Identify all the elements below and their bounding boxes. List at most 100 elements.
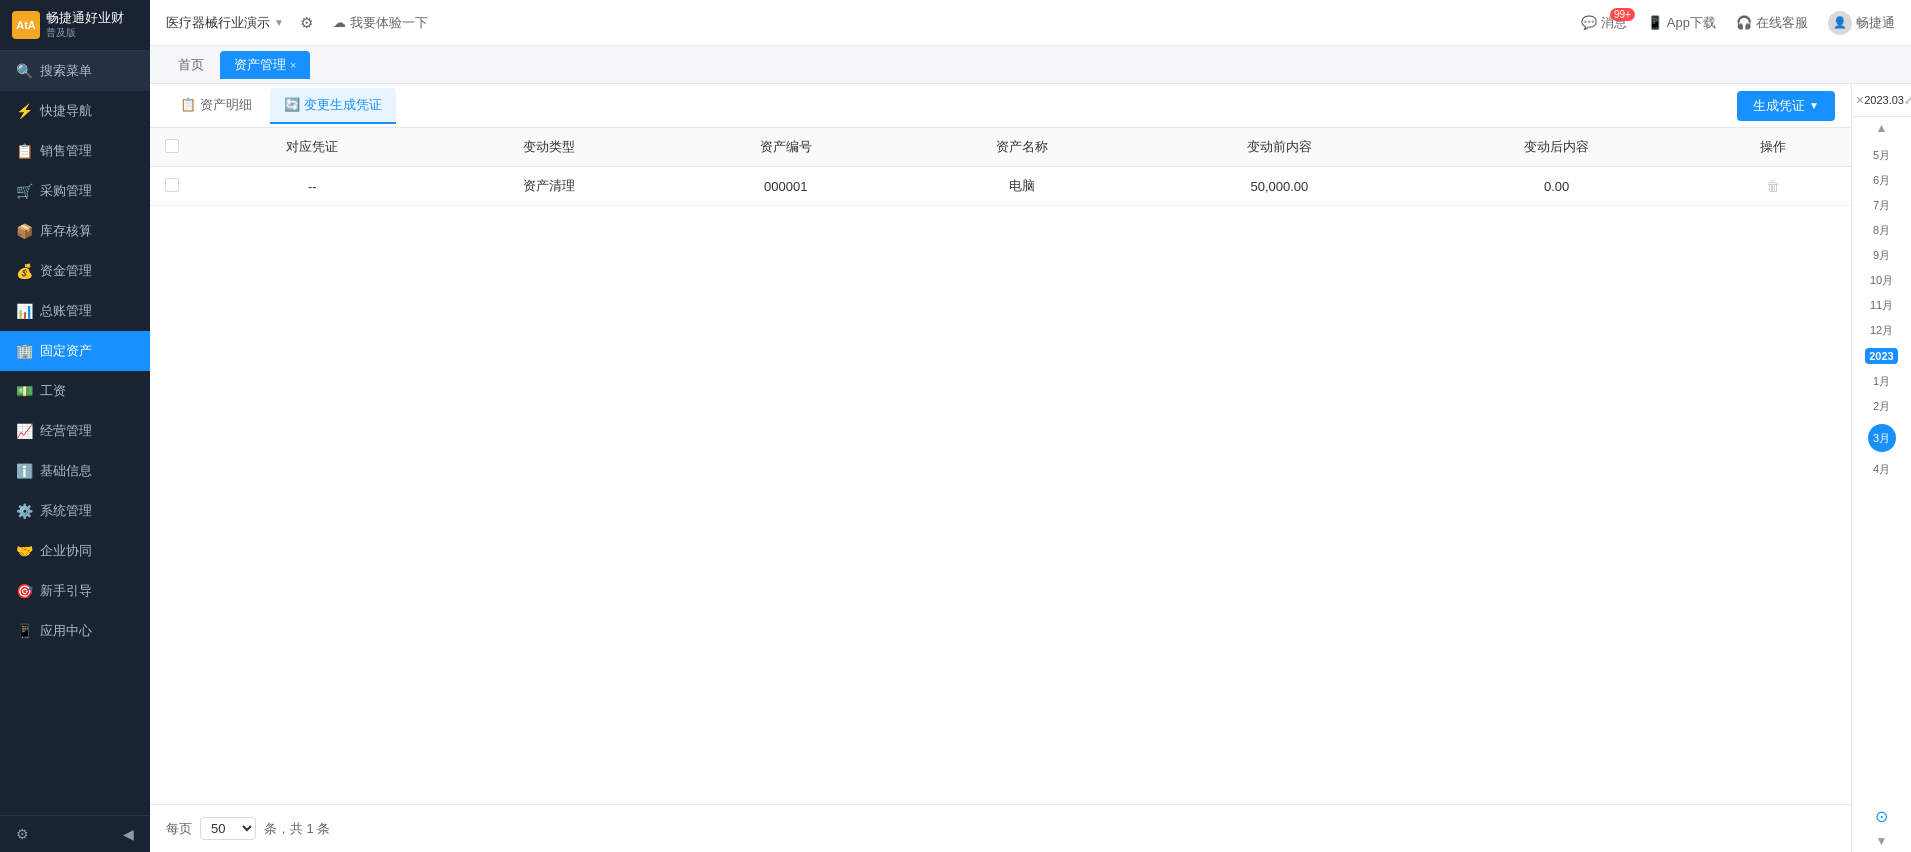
timeline-month-4[interactable]: 4月	[1852, 457, 1911, 482]
sidebar-logo: AtA 畅捷通好业财 普及版	[0, 0, 150, 51]
sidebar-item-inventory[interactable]: 📦 库存核算	[0, 211, 150, 251]
col-before-change: 变动前内容	[1141, 128, 1418, 167]
fixed-assets-icon: 🏢	[16, 343, 32, 359]
capital-icon: 💰	[16, 263, 32, 279]
row-checkbox-cell	[150, 167, 194, 206]
sidebar-item-basic-info[interactable]: ℹ️ 基础信息	[0, 451, 150, 491]
timeline-month-5[interactable]: 5月	[1852, 143, 1911, 168]
sidebar-item-label: 资金管理	[40, 262, 92, 280]
col-operation: 操作	[1695, 128, 1851, 167]
col-asset-code: 资产编号	[667, 128, 904, 167]
app-download-button[interactable]: 📱 App下载	[1647, 14, 1716, 32]
message-badge: 99+	[1610, 8, 1635, 21]
timeline-nav-up[interactable]: ▲	[1852, 117, 1911, 139]
col-checkbox	[150, 128, 194, 167]
sidebar-item-label: 系统管理	[40, 502, 92, 520]
guide-icon: 🎯	[16, 583, 32, 599]
sidebar-item-search[interactable]: 🔍 搜索菜单	[0, 51, 150, 91]
timeline-nav-down[interactable]: ▼	[1852, 830, 1911, 852]
timeline-month-10[interactable]: 10月	[1852, 268, 1911, 293]
row-asset-name: 电脑	[904, 167, 1141, 206]
collapse-icon[interactable]: ◀	[123, 826, 134, 842]
quick-nav-icon: ⚡	[16, 103, 32, 119]
sales-icon: 📋	[16, 143, 32, 159]
select-all-checkbox[interactable]	[165, 139, 179, 153]
timeline-month-1[interactable]: 1月	[1852, 369, 1911, 394]
headset-icon: 🎧	[1736, 15, 1752, 30]
timeline-month-8[interactable]: 8月	[1852, 218, 1911, 243]
timeline-month-9[interactable]: 9月	[1852, 243, 1911, 268]
tab-asset-management[interactable]: 资产管理 ×	[220, 51, 310, 79]
sidebar-item-quick-nav[interactable]: ⚡ 快捷导航	[0, 91, 150, 131]
sidebar-item-purchase[interactable]: 🛒 采购管理	[0, 171, 150, 211]
row-checkbox[interactable]	[165, 178, 179, 192]
sidebar-item-app-center[interactable]: 📱 应用中心	[0, 611, 150, 651]
operations-icon: 📈	[16, 423, 32, 439]
timeline-month-11[interactable]: 11月	[1852, 293, 1911, 318]
customer-service-button[interactable]: 🎧 在线客服	[1736, 14, 1808, 32]
sidebar-item-payroll[interactable]: 💵 工资	[0, 371, 150, 411]
sub-tab-label: 变更生成凭证	[304, 96, 382, 114]
generate-voucher-button[interactable]: 生成凭证 ▼	[1737, 91, 1835, 121]
main-area: 医疗器械行业演示 ▼ ⚙ ☁ 我要体验一下 💬 消息 99+ 📱 App下载 🎧…	[150, 0, 1911, 852]
tab-close-icon[interactable]: ×	[290, 59, 296, 71]
sidebar-item-label: 经营管理	[40, 422, 92, 440]
timeline-year-2023[interactable]: 2023	[1852, 343, 1911, 369]
sidebar-item-capital[interactable]: 💰 资金管理	[0, 251, 150, 291]
asset-detail-icon: 📋	[180, 97, 196, 112]
app-center-icon: 📱	[16, 623, 32, 639]
right-panel-close-icon[interactable]: ×	[1856, 92, 1864, 108]
timeline-month-3-current[interactable]: 3月	[1868, 424, 1896, 452]
sidebar-item-label: 总账管理	[40, 302, 92, 320]
row-voucher: --	[194, 167, 431, 206]
row-operation: 🗑	[1695, 167, 1851, 206]
tab-home[interactable]: 首页	[166, 50, 216, 80]
sidebar-item-sales[interactable]: 📋 销售管理	[0, 131, 150, 171]
sub-tabs: 📋 资产明细 🔄 变更生成凭证 生成凭证 ▼	[150, 84, 1851, 128]
sidebar-item-fixed-assets[interactable]: 🏢 固定资产	[0, 331, 150, 371]
sub-tab-change-voucher[interactable]: 🔄 变更生成凭证	[270, 88, 396, 124]
sidebar-item-enterprise[interactable]: 🤝 企业协同	[0, 531, 150, 571]
search-icon: 🔍	[16, 63, 32, 79]
sidebar-item-label: 快捷导航	[40, 102, 92, 120]
sub-tab-label: 资产明细	[200, 96, 252, 114]
pagination: 每页 10 20 50 100 条，共 1 条	[150, 804, 1851, 852]
basic-info-icon: ℹ️	[16, 463, 32, 479]
total-label: 条，共 1 条	[264, 820, 330, 838]
sub-tab-asset-detail[interactable]: 📋 资产明细	[166, 88, 266, 124]
per-page-label: 每页	[166, 820, 192, 838]
payroll-icon: 💵	[16, 383, 32, 399]
timeline-month-6[interactable]: 6月	[1852, 168, 1911, 193]
generate-label: 生成凭证	[1753, 97, 1805, 115]
scroll-down-circle[interactable]: ⊙	[1875, 807, 1888, 826]
company-selector[interactable]: 医疗器械行业演示 ▼	[166, 14, 284, 32]
right-panel-expand-icon[interactable]: ⤢	[1904, 93, 1911, 107]
sidebar-item-label: 固定资产	[40, 342, 92, 360]
header-settings-icon[interactable]: ⚙	[300, 14, 313, 32]
sidebar-item-label: 销售管理	[40, 142, 92, 160]
sidebar-item-system[interactable]: ⚙️ 系统管理	[0, 491, 150, 531]
sidebar-item-guide[interactable]: 🎯 新手引导	[0, 571, 150, 611]
timeline-month-2[interactable]: 2月	[1852, 394, 1911, 419]
settings-footer-icon[interactable]: ⚙	[16, 826, 29, 842]
asset-table: 对应凭证 变动类型 资产编号 资产名称 变动前内容 变动后内容 操作	[150, 128, 1851, 206]
table-header-row: 对应凭证 变动类型 资产编号 资产名称 变动前内容 变动后内容 操作	[150, 128, 1851, 167]
logo-text: 畅捷通好业财	[46, 10, 124, 26]
sidebar-item-ledger[interactable]: 📊 总账管理	[0, 291, 150, 331]
row-before-change: 50,000.00	[1141, 167, 1418, 206]
avatar: 👤	[1828, 11, 1852, 35]
delete-row-icon[interactable]: 🗑	[1766, 178, 1780, 194]
timeline: 5月 6月 7月 8月 9月 10月 11月 12月 2023 1月 2月 3月…	[1852, 139, 1911, 803]
experience-button[interactable]: ☁ 我要体验一下	[333, 14, 428, 32]
col-asset-name: 资产名称	[904, 128, 1141, 167]
user-profile[interactable]: 👤 畅捷通	[1828, 11, 1895, 35]
message-button[interactable]: 💬 消息 99+	[1581, 14, 1627, 32]
cloud-icon: ☁	[333, 15, 346, 30]
logo-version: 普及版	[46, 26, 124, 40]
timeline-month-12[interactable]: 12月	[1852, 318, 1911, 343]
top-header: 医疗器械行业演示 ▼ ⚙ ☁ 我要体验一下 💬 消息 99+ 📱 App下载 🎧…	[150, 0, 1911, 46]
purchase-icon: 🛒	[16, 183, 32, 199]
sidebar-item-operations[interactable]: 📈 经营管理	[0, 411, 150, 451]
per-page-select[interactable]: 10 20 50 100	[200, 817, 256, 840]
timeline-month-7[interactable]: 7月	[1852, 193, 1911, 218]
